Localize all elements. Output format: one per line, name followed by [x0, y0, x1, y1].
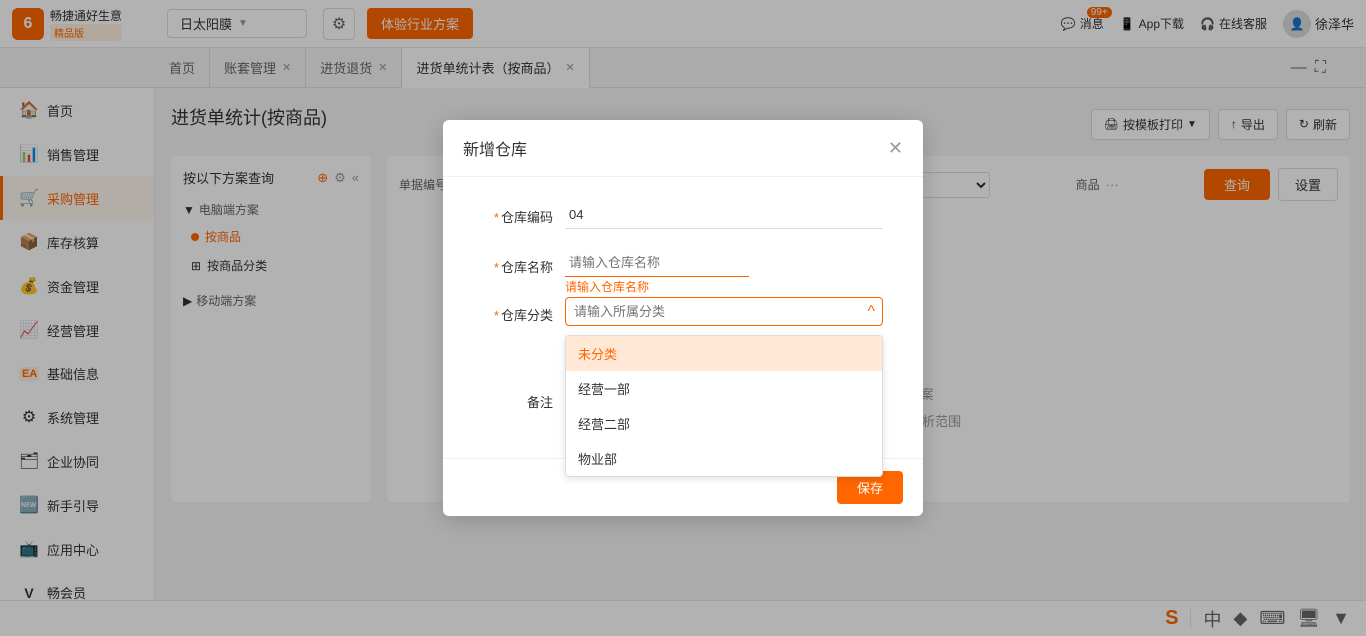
category-select-wrap: ^ 未分类 经营一部 经营二部 物业部	[565, 297, 883, 326]
dropdown-item-dept1[interactable]: 经营一部	[566, 371, 882, 406]
modal-header: 新增仓库 ✕	[443, 120, 923, 177]
category-label: 仓库分类	[483, 297, 553, 324]
modal-add-warehouse: 新增仓库 ✕ 仓库编码 仓库名称 请输入仓库名称 仓库分类	[443, 120, 923, 516]
name-label: 仓库名称	[483, 251, 553, 276]
dropdown-item-property[interactable]: 物业部	[566, 441, 882, 476]
modal-title: 新增仓库	[463, 136, 527, 160]
category-input[interactable]	[565, 297, 883, 326]
category-dropdown: 未分类 经营一部 经营二部 物业部	[565, 335, 883, 477]
code-label: 仓库编码	[483, 201, 553, 226]
modal-backdrop: 新增仓库 ✕ 仓库编码 仓库名称 请输入仓库名称 仓库分类	[0, 0, 1366, 636]
warehouse-name-input[interactable]	[565, 249, 749, 277]
modal-body: 仓库编码 仓库名称 请输入仓库名称 仓库分类 ^ 未分类	[443, 177, 923, 458]
form-row-code: 仓库编码	[483, 201, 883, 229]
form-row-category: 仓库分类 ^ 未分类 经营一部 经营二部 物业部	[483, 297, 883, 326]
modal-close-button[interactable]: ✕	[888, 138, 903, 159]
form-row-name: 仓库名称 请输入仓库名称	[483, 249, 883, 277]
dropdown-item-uncategorized[interactable]: 未分类	[566, 336, 882, 371]
note-label: 备注	[483, 386, 553, 411]
dropdown-item-dept2[interactable]: 经营二部	[566, 406, 882, 441]
name-error-msg: 请输入仓库名称	[565, 278, 649, 295]
warehouse-code-input[interactable]	[565, 201, 883, 229]
